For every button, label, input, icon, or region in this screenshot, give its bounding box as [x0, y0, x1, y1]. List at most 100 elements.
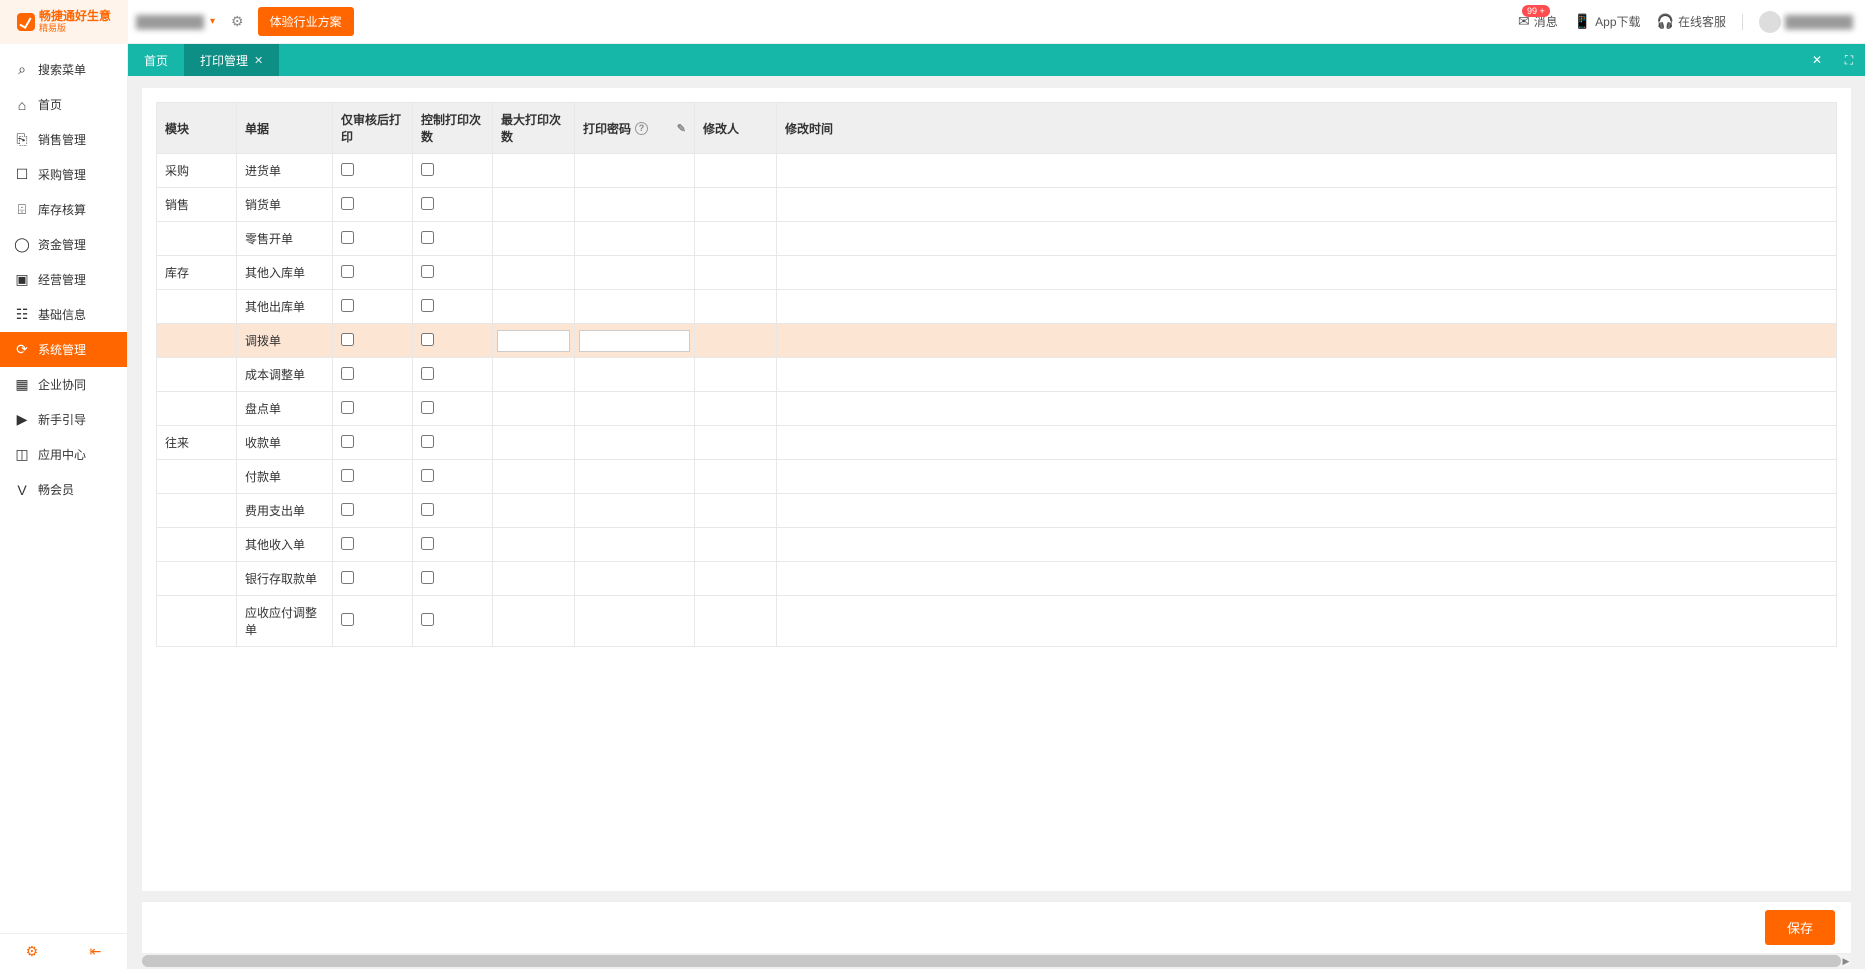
table-row[interactable]: 其他收入单: [157, 528, 1837, 562]
cell-module: [157, 392, 237, 426]
checkbox-limit[interactable]: [421, 265, 434, 278]
promo-button[interactable]: 体验行业方案: [258, 7, 354, 36]
checkbox-audit_only[interactable]: [341, 469, 354, 482]
table-row[interactable]: 银行存取款单: [157, 562, 1837, 596]
table-row[interactable]: 采购进货单: [157, 154, 1837, 188]
table-row[interactable]: 调拨单: [157, 324, 1837, 358]
scroll-right-icon[interactable]: ▶: [1839, 955, 1853, 967]
headset-icon: 🎧: [1657, 13, 1674, 30]
sidebar-item-collab[interactable]: ▦企业协同: [0, 367, 127, 402]
sidebar-item-business[interactable]: ▣经营管理: [0, 262, 127, 297]
checkbox-limit[interactable]: [421, 299, 434, 312]
cell-limit: [413, 154, 493, 188]
checkbox-limit[interactable]: [421, 197, 434, 210]
checkbox-limit[interactable]: [421, 231, 434, 244]
table-row[interactable]: 费用支出单: [157, 494, 1837, 528]
cell-audit_only: [333, 596, 413, 647]
checkbox-limit[interactable]: [421, 469, 434, 482]
cell-module: [157, 222, 237, 256]
sidebar-item-apps[interactable]: ◫应用中心: [0, 437, 127, 472]
col-modifier: 修改人: [695, 103, 777, 154]
table-row[interactable]: 付款单: [157, 460, 1837, 494]
checkbox-limit[interactable]: [421, 367, 434, 380]
table-row[interactable]: 销售销货单: [157, 188, 1837, 222]
sidebar-item-funds[interactable]: ◯资金管理: [0, 227, 127, 262]
col-label: 修改时间: [785, 120, 833, 137]
settings-icon[interactable]: ⚙: [26, 943, 39, 960]
checkbox-limit[interactable]: [421, 613, 434, 626]
tab-label: 首页: [144, 52, 168, 69]
sidebar-item-basedata[interactable]: ☷基础信息: [0, 297, 127, 332]
table-row[interactable]: 零售开单: [157, 222, 1837, 256]
close-icon[interactable]: ✕: [254, 54, 263, 67]
sidebar-item-label: 新手引导: [38, 411, 86, 428]
cell-audit_only: [333, 494, 413, 528]
col-label: 最大打印次数: [501, 111, 566, 145]
checkbox-audit_only[interactable]: [341, 401, 354, 414]
app-download-button[interactable]: 📱 App下载: [1574, 13, 1641, 30]
sidebar-item-member[interactable]: V畅会员: [0, 472, 127, 507]
cell-module: 库存: [157, 256, 237, 290]
checkbox-limit[interactable]: [421, 537, 434, 550]
checkbox-audit_only[interactable]: [341, 333, 354, 346]
cell-mtime: [777, 392, 1837, 426]
checkbox-audit_only[interactable]: [341, 571, 354, 584]
fullscreen-icon[interactable]: ⛶: [1833, 44, 1865, 76]
online-service-button[interactable]: 🎧 在线客服: [1657, 13, 1726, 30]
checkbox-limit[interactable]: [421, 163, 434, 176]
checkbox-limit[interactable]: [421, 435, 434, 448]
gear-icon[interactable]: ⚙: [223, 13, 252, 30]
cell-pwd: [575, 596, 695, 647]
checkbox-audit_only[interactable]: [341, 265, 354, 278]
cell-max: [493, 392, 575, 426]
sidebar-item-sales-icon: ⎘: [14, 131, 30, 148]
sidebar-item-search[interactable]: ⌕搜索菜单: [0, 52, 127, 87]
cell-doc: 其他入库单: [237, 256, 333, 290]
table-row[interactable]: 其他出库单: [157, 290, 1837, 324]
table-row[interactable]: 往来收款单: [157, 426, 1837, 460]
help-icon[interactable]: ?: [635, 122, 648, 135]
user-menu[interactable]: ████████: [1759, 11, 1853, 33]
sidebar-item-inventory[interactable]: ⌹库存核算: [0, 192, 127, 227]
horizontal-scrollbar[interactable]: ◀ ▶: [142, 955, 1851, 967]
checkbox-audit_only[interactable]: [341, 197, 354, 210]
table-row[interactable]: 盘点单: [157, 392, 1837, 426]
collapse-icon[interactable]: ⇤: [90, 943, 102, 960]
checkbox-audit_only[interactable]: [341, 231, 354, 244]
col-label: 仅审核后打印: [341, 111, 404, 145]
save-button[interactable]: 保存: [1765, 910, 1835, 945]
checkbox-audit_only[interactable]: [341, 503, 354, 516]
table-row[interactable]: 成本调整单: [157, 358, 1837, 392]
sidebar-item-purchase[interactable]: ☐采购管理: [0, 157, 127, 192]
checkbox-limit[interactable]: [421, 571, 434, 584]
checkbox-audit_only[interactable]: [341, 537, 354, 550]
tab-首页[interactable]: 首页: [128, 44, 184, 76]
checkbox-limit[interactable]: [421, 401, 434, 414]
checkbox-limit[interactable]: [421, 333, 434, 346]
tab-打印管理[interactable]: 打印管理✕: [184, 44, 279, 76]
app-download-label: App下载: [1595, 13, 1640, 30]
table-row[interactable]: 库存其他入库单: [157, 256, 1837, 290]
checkbox-audit_only[interactable]: [341, 299, 354, 312]
sidebar-item-sales[interactable]: ⎘销售管理: [0, 122, 127, 157]
input-max[interactable]: [497, 330, 570, 352]
scroll-thumb[interactable]: [142, 955, 1841, 967]
cell-pwd: [575, 358, 695, 392]
org-switcher[interactable]: ████████ ▾: [128, 15, 223, 29]
sidebar-item-home[interactable]: ⌂首页: [0, 87, 127, 122]
checkbox-audit_only[interactable]: [341, 163, 354, 176]
edit-icon[interactable]: ✎: [677, 122, 686, 135]
sidebar-item-guide[interactable]: ▶新手引导: [0, 402, 127, 437]
checkbox-audit_only[interactable]: [341, 367, 354, 380]
col-doc: 单据: [237, 103, 333, 154]
checkbox-audit_only[interactable]: [341, 613, 354, 626]
messages-button[interactable]: 99 + ✉ 消息: [1518, 13, 1558, 30]
cell-audit_only: [333, 290, 413, 324]
sidebar-item-system[interactable]: ⟳系统管理: [0, 332, 127, 367]
input-pwd[interactable]: [579, 330, 690, 352]
table-row[interactable]: 应收应付调整单: [157, 596, 1837, 647]
checkbox-limit[interactable]: [421, 503, 434, 516]
tab-close-all[interactable]: ✕: [1801, 44, 1833, 76]
checkbox-audit_only[interactable]: [341, 435, 354, 448]
sidebar-item-system-icon: ⟳: [14, 341, 30, 358]
